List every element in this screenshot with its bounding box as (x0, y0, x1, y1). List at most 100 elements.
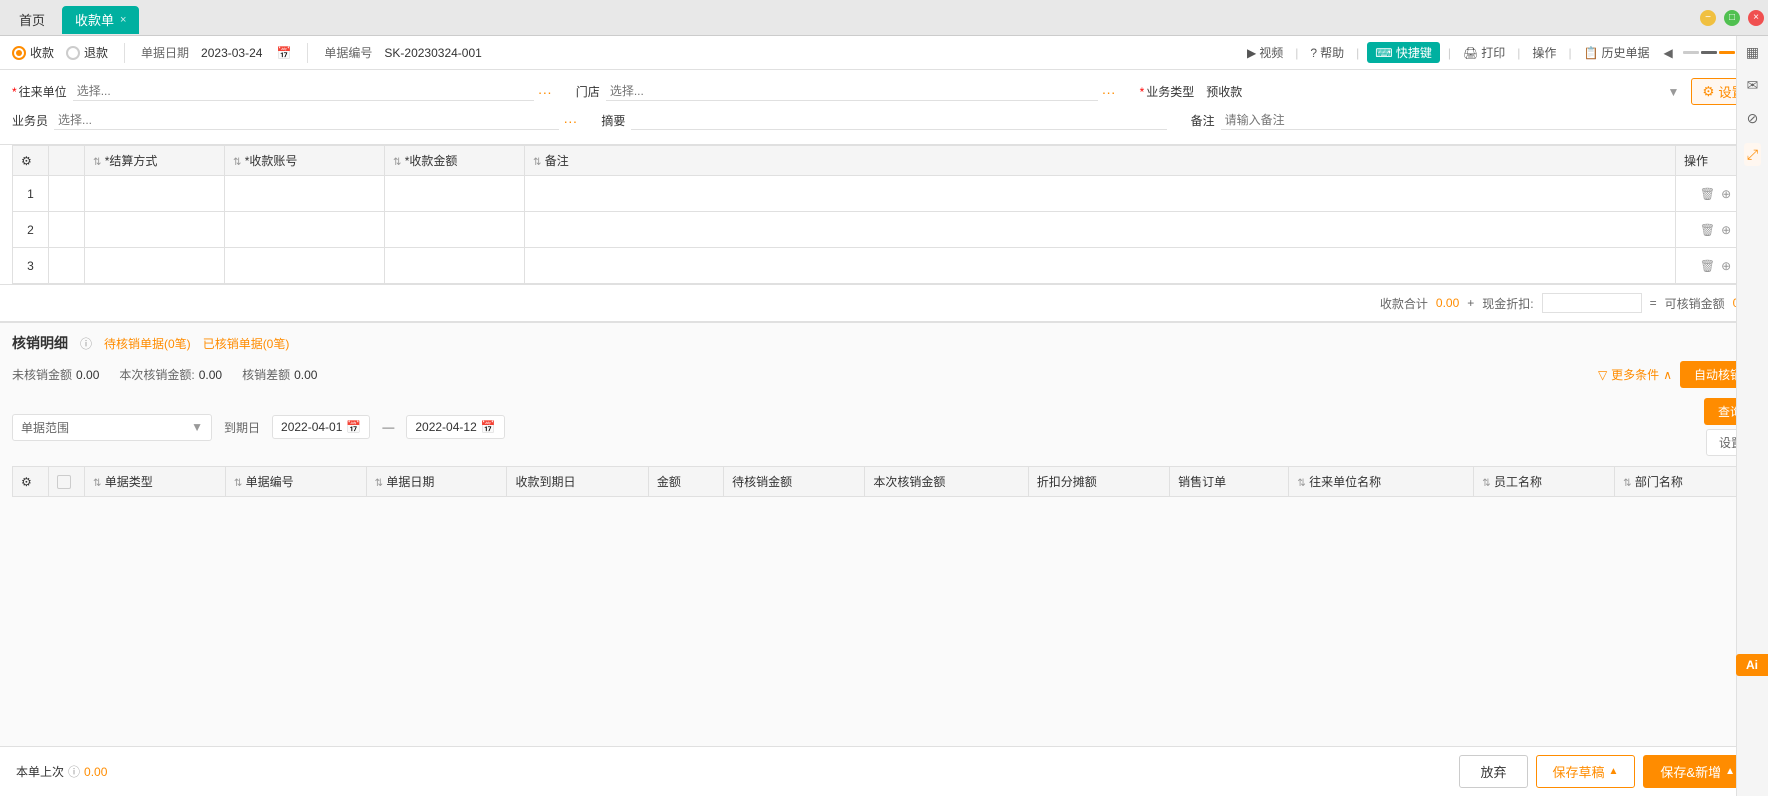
delete-icon-3[interactable]: 🗑 (1700, 259, 1715, 273)
radio-collect[interactable]: 收款 (12, 44, 54, 61)
delete-icon-2[interactable]: 🗑 (1700, 223, 1715, 237)
ai-button[interactable]: Ai (1736, 654, 1768, 676)
main-container: 收款 退款 单据日期 2023-03-24 📅 单据编号 SK-20230324… (0, 36, 1768, 796)
radio-refund-dot (66, 46, 80, 60)
remark-sort-icon: ⇅ (533, 157, 541, 168)
due-date-end[interactable]: 2022-04-12 📅 (406, 415, 504, 439)
note-input[interactable] (1221, 111, 1756, 130)
td-settle-2[interactable] (85, 212, 225, 248)
td-amount-1[interactable] (385, 176, 525, 212)
td-settle-1[interactable] (85, 176, 225, 212)
bth-staff-label: 员工名称 (1494, 475, 1542, 489)
history-btn[interactable]: 📋 历史单据 (1580, 42, 1654, 63)
filter-chevron-icon: ∧ (1663, 368, 1672, 382)
tab-receipt[interactable]: 收款单 × (62, 6, 139, 34)
td-remark-2[interactable] (525, 212, 1676, 248)
maximize-button[interactable]: □ (1724, 10, 1740, 26)
writeoff-info-icon[interactable]: ⓘ (80, 335, 92, 352)
td-account-3[interactable] (225, 248, 385, 284)
operation-btn[interactable]: 操作 (1528, 42, 1560, 63)
copy-icon-3[interactable]: ⊕ (1721, 259, 1731, 273)
toolbar-right: ▶ 视频 | ? 帮助 | ⌨ 快捷键 | 🖨 打印 | 操作 | (1243, 42, 1756, 63)
more-filter-btn[interactable]: ▽ 更多条件 ∧ (1598, 366, 1672, 383)
tab-home-label: 首页 (19, 10, 45, 29)
footer-info-icon[interactable]: ⓘ (68, 763, 80, 780)
due-date-start[interactable]: 2022-04-01 📅 (272, 415, 370, 439)
td-account-1[interactable] (225, 176, 385, 212)
sidebar-attachment-icon[interactable]: ⊘ (1747, 110, 1759, 127)
minimize-button[interactable]: − (1700, 10, 1716, 26)
delete-icon-1[interactable]: 🗑 (1700, 187, 1715, 201)
bth-due-date: 收款到期日 (507, 467, 648, 497)
save-draft-chevron: ▲ (1609, 766, 1619, 777)
abandon-button[interactable]: 放弃 (1459, 755, 1527, 788)
this-slip-value: 0.00 (84, 765, 107, 779)
table-section: ⚙ ⇅ *结算方式 ⇅ *收款账号 ⇅ *收款金额 (0, 145, 1768, 284)
video-btn[interactable]: ▶ 视频 (1243, 42, 1287, 63)
td-account-2[interactable] (225, 212, 385, 248)
print-btn[interactable]: 🖨 打印 (1459, 42, 1509, 63)
tab-home[interactable]: 首页 (6, 6, 58, 34)
th-settings[interactable]: ⚙ (13, 146, 49, 176)
date-dash: — (382, 420, 394, 434)
staff-more[interactable]: ··· (563, 113, 577, 129)
tab-receipt-close[interactable]: × (120, 14, 126, 26)
copy-icon-1[interactable]: ⊕ (1721, 187, 1731, 201)
calendar-icon[interactable]: 📅 (276, 46, 291, 60)
radio-refund[interactable]: 退款 (66, 44, 108, 61)
counterparty-more[interactable]: ··· (538, 84, 552, 100)
equals-label: = (1650, 296, 1657, 310)
bth-settings[interactable]: ⚙ (13, 467, 49, 497)
counterparty-input[interactable] (73, 82, 534, 101)
close-button[interactable]: × (1748, 10, 1764, 26)
save-draft-label: 保存草稿 (1553, 762, 1605, 781)
abandon-label: 放弃 (1480, 765, 1506, 780)
nav-prev[interactable]: ◀ (1662, 44, 1675, 62)
due-date-start-text: 2022-04-01 (281, 420, 342, 434)
bill-range-select[interactable]: 单据范围 ▼ (12, 414, 212, 441)
td-remark-1[interactable] (525, 176, 1676, 212)
form-row-1: * 往来单位 ··· 门店 ··· * 业务类型 预收款 ▼ ⚙ (12, 78, 1756, 105)
bth-dept-sort: ⇅ (1623, 478, 1631, 489)
pending-tab[interactable]: 待核销单据(0笔) (104, 335, 191, 352)
copy-icon-2[interactable]: ⊕ (1721, 223, 1731, 237)
shortcut-label: 快捷键 (1396, 46, 1432, 60)
date-value[interactable]: 2023-03-24 (201, 46, 262, 60)
bth-bill-type-label: 单据类型 (105, 475, 153, 489)
business-type-field: * 业务类型 预收款 ▼ (1140, 83, 1680, 100)
bth-due-date-label: 收款到期日 (515, 475, 575, 489)
td-remark-3[interactable] (525, 248, 1676, 284)
discount-input[interactable] (1542, 293, 1642, 313)
bth-bill-no: ⇅ 单据编号 (225, 467, 366, 497)
select-all-checkbox[interactable] (57, 475, 71, 489)
staff-label: 业务员 (12, 112, 48, 129)
store-more[interactable]: ··· (1102, 84, 1116, 100)
shortcut-icon: ⌨ (1375, 46, 1392, 60)
plus-label: + (1467, 296, 1474, 310)
bill-no-value: SK-20230324-001 (384, 46, 481, 60)
sidebar-expand-icon[interactable]: ⤢ (1744, 143, 1761, 166)
summary-row: 收款合计 0.00 + 现金折扣: = 可核销金额 0.00 (0, 284, 1768, 321)
due-date-end-text: 2022-04-12 (415, 420, 476, 434)
business-type-chevron[interactable]: ▼ (1668, 85, 1680, 99)
summary-field: 摘要 (601, 111, 1166, 130)
save-draft-button[interactable]: 保存草稿 ▲ (1536, 755, 1636, 788)
filter-icon: ▽ (1598, 368, 1607, 382)
summary-input[interactable] (631, 111, 1166, 130)
store-input[interactable] (606, 82, 1098, 101)
bth-dept: ⇅ 部门名称 (1615, 467, 1756, 497)
shortcut-btn[interactable]: ⌨ 快捷键 (1367, 42, 1440, 63)
th-settle: ⇅ *结算方式 (85, 146, 225, 176)
sidebar-email-icon[interactable]: ✉ (1747, 77, 1759, 94)
staff-input[interactable] (54, 111, 559, 130)
help-btn[interactable]: ? 帮助 (1306, 42, 1348, 63)
td-amount-3[interactable] (385, 248, 525, 284)
done-tab[interactable]: 已核销单据(0笔) (203, 335, 290, 352)
sidebar-table-icon[interactable]: ▦ (1746, 44, 1759, 61)
footer: 本单上次 ⓘ 0.00 放弃 保存草稿 ▲ 保存&新增 ▲ (0, 746, 1768, 796)
td-amount-2[interactable] (385, 212, 525, 248)
td-settle-3[interactable] (85, 248, 225, 284)
help-icon: ? (1310, 46, 1317, 60)
bth-amount: 金额 (648, 467, 723, 497)
history-label: 历史单据 (1602, 44, 1650, 61)
